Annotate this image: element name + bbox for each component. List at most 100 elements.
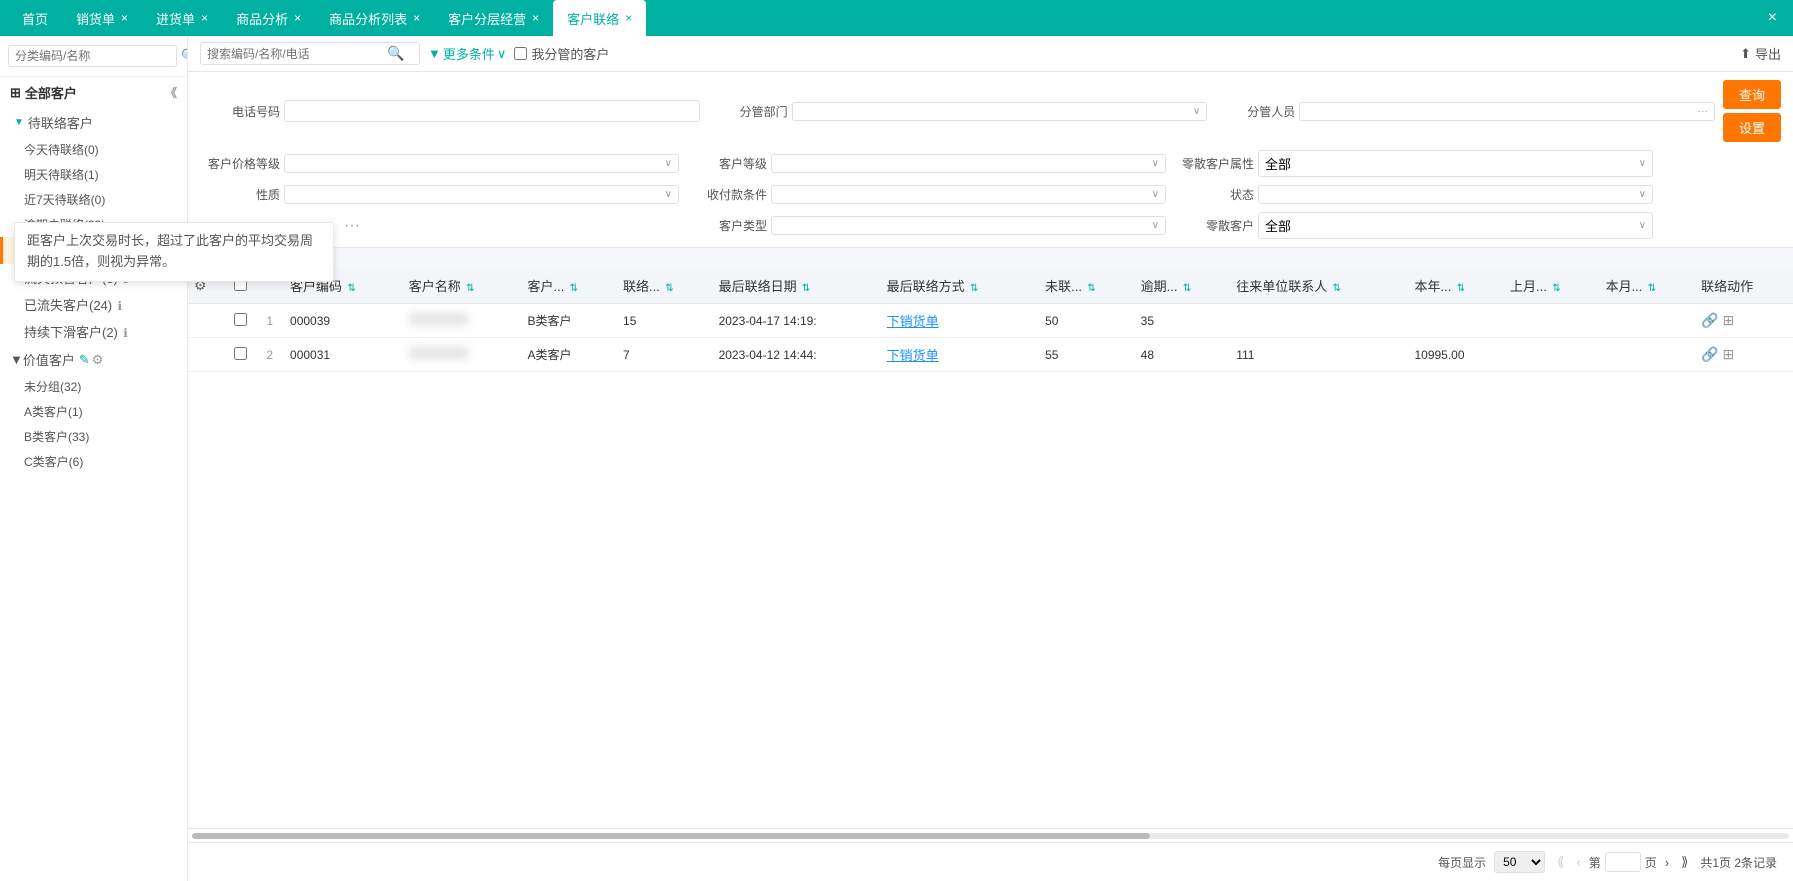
th-unit-contact[interactable]: 往来单位联系人 ⇅ — [1230, 268, 1408, 304]
th-this-year[interactable]: 本年... ⇅ — [1408, 268, 1504, 304]
payment-label: 收付款条件 — [687, 186, 767, 203]
th-name[interactable]: 客户名称 ⇅ — [403, 268, 522, 304]
sidebar-value-title[interactable]: ▼ 价值客户 ✎ ⚙ — [0, 345, 187, 374]
nav-customer-contact[interactable]: 客户联络 × — [553, 0, 646, 36]
nav-goods-analysis[interactable]: 商品分析 × — [222, 0, 315, 36]
customer-table: ⚙ 客户编码 ⇅ 客户名称 ⇅ — [188, 268, 1793, 372]
grid-icon: ⊞ — [10, 85, 21, 101]
manager-arrow-icon: ··· — [1698, 106, 1708, 117]
td-unit-1 — [1230, 304, 1408, 338]
search-icon: 🔍 — [387, 45, 404, 62]
nature-arrow: ∨ — [665, 189, 672, 200]
sidebar-search-input[interactable] — [8, 45, 177, 67]
td-rownum-2: 2 — [256, 338, 285, 372]
sidebar-collapse-button[interactable]: 《 — [165, 84, 177, 101]
first-page-button[interactable]: ⟪ — [1553, 852, 1568, 872]
sort-icon-type: ⇅ — [570, 283, 578, 294]
window-close-button[interactable]: × — [1760, 9, 1785, 27]
sidebar-item-ungrouped[interactable]: 未分组(32) — [0, 374, 187, 399]
nav-goods-analysis-close[interactable]: × — [294, 11, 301, 25]
th-last-contact-type[interactable]: 最后联络方式 ⇅ — [881, 268, 1039, 304]
dept-arrow-icon: ∨ — [1193, 106, 1200, 117]
retail-customer-select[interactable]: 全部 ∨ — [1258, 212, 1653, 239]
scrollbar-track[interactable] — [192, 833, 1789, 839]
nav-purchase[interactable]: 进货单 × — [142, 0, 222, 36]
th-type[interactable]: 客户... ⇅ — [521, 268, 617, 304]
more-dots-button[interactable]: ··· — [344, 217, 360, 235]
td-lmonth-1 — [1504, 304, 1600, 338]
query-button[interactable]: 查询 — [1723, 80, 1781, 109]
dept-select[interactable]: ∨ — [792, 102, 1208, 121]
td-uncontacted-2: 55 — [1039, 338, 1135, 372]
per-page-select[interactable]: 50 100 200 — [1494, 851, 1545, 873]
sidebar-item-a-class[interactable]: A类客户(1) — [0, 399, 187, 424]
retail-attr-select[interactable]: 全部 ∨ — [1258, 150, 1653, 177]
export-button[interactable]: ⬆ 导出 — [1740, 44, 1781, 63]
sort-icon-date: ⇅ — [802, 283, 810, 294]
nav-customer-segment-close[interactable]: × — [532, 11, 539, 25]
row1-checkbox[interactable] — [234, 313, 247, 326]
grid-action-icon-2[interactable]: ⊞ — [1723, 346, 1735, 363]
th-this-month[interactable]: 本月... ⇅ — [1600, 268, 1696, 304]
sidebar-search-button[interactable]: 🔍 — [181, 44, 188, 68]
sidebar-pending-title[interactable]: ▼ 待联络客户 — [0, 108, 187, 137]
sort-icon-year: ⇅ — [1457, 283, 1465, 294]
th-last-month[interactable]: 上月... ⇅ — [1504, 268, 1600, 304]
scrollbar-thumb[interactable] — [192, 833, 1150, 839]
customer-level-label: 客户等级 — [687, 155, 767, 172]
last-page-button[interactable]: ⟫ — [1677, 852, 1692, 872]
grid-action-icon-1[interactable]: ⊞ — [1723, 312, 1735, 329]
sidebar-item-b-class[interactable]: B类客户(33) — [0, 424, 187, 449]
last-type-link-2[interactable]: 下销货单 — [887, 348, 939, 363]
last-type-link-1[interactable]: 下销货单 — [887, 314, 939, 329]
sidebar-item-declining[interactable]: 持续下滑客户(2) ℹ — [0, 318, 187, 345]
status-select[interactable]: ∨ — [1258, 185, 1653, 204]
settings-button[interactable]: 设置 — [1723, 113, 1781, 142]
sidebar-item-c-class[interactable]: C类客户(6) — [0, 449, 187, 474]
th-overdue[interactable]: 逾期... ⇅ — [1135, 268, 1231, 304]
nav-customer-contact-close[interactable]: × — [625, 11, 632, 25]
link-icon-2[interactable]: 🔗 — [1701, 346, 1718, 363]
sidebar-item-7days[interactable]: 近7天待联络(0) — [0, 187, 187, 212]
prev-page-button[interactable]: ‹ — [1572, 853, 1584, 872]
td-settings-1 — [188, 304, 226, 338]
th-contact[interactable]: 联络... ⇅ — [617, 268, 713, 304]
nav-goods-list-close[interactable]: × — [413, 11, 420, 25]
phone-input[interactable] — [284, 100, 700, 122]
my-customers-checkbox[interactable]: 我分管的客户 — [514, 44, 609, 63]
page-number-input[interactable]: 1 — [1605, 852, 1641, 872]
price-level-select[interactable]: ∨ — [284, 154, 679, 173]
row2-checkbox[interactable] — [234, 347, 247, 360]
nature-select[interactable]: ∨ — [284, 185, 679, 204]
customer-level-select[interactable]: ∨ — [771, 154, 1166, 173]
edit-icon[interactable]: ✎ — [79, 352, 90, 368]
nav-purchase-close[interactable]: × — [201, 11, 208, 25]
sort-icon-contact-type: ⇅ — [970, 283, 978, 294]
th-uncontacted[interactable]: 未联... ⇅ — [1039, 268, 1135, 304]
nav-home[interactable]: 首页 — [8, 0, 62, 36]
link-icon-1[interactable]: 🔗 — [1701, 312, 1718, 329]
sidebar-item-today[interactable]: 今天待联络(0) — [0, 137, 187, 162]
manager-select[interactable]: ··· — [1299, 102, 1715, 121]
main-search-input[interactable] — [207, 47, 387, 61]
payment-select[interactable]: ∨ — [771, 185, 1166, 204]
sidebar-item-tomorrow[interactable]: 明天待联络(1) — [0, 162, 187, 187]
sort-icon-overdue: ⇅ — [1183, 283, 1191, 294]
customer-type-select[interactable]: ∨ — [771, 216, 1166, 235]
sidebar-item-churned[interactable]: 已流失客户(24) ℹ — [0, 291, 187, 318]
th-last-contact-date[interactable]: 最后联络日期 ⇅ — [713, 268, 881, 304]
table-header-row: ⚙ 客户编码 ⇅ 客户名称 ⇅ — [188, 268, 1793, 304]
nav-goods-list[interactable]: 商品分析列表 × — [315, 0, 434, 36]
page-label2: 页 — [1645, 854, 1657, 871]
status-arrow: ∨ — [1639, 189, 1646, 200]
more-conditions-button[interactable]: ▼ 更多条件 ∨ — [428, 44, 506, 63]
settings-icon2[interactable]: ⚙ — [92, 352, 104, 368]
horizontal-scrollbar[interactable] — [188, 828, 1793, 842]
my-customers-check[interactable] — [514, 47, 527, 60]
next-page-button[interactable]: › — [1661, 853, 1673, 872]
nav-sales-close[interactable]: × — [121, 11, 128, 25]
filter-bar: 🔍 ▼ 更多条件 ∨ 我分管的客户 ⬆ 导出 — [188, 36, 1793, 72]
sidebar-all-customers[interactable]: ⊞ 全部客户 《 — [0, 77, 187, 108]
nav-sales[interactable]: 销货单 × — [62, 0, 142, 36]
nav-customer-segment[interactable]: 客户分层经营 × — [434, 0, 553, 36]
